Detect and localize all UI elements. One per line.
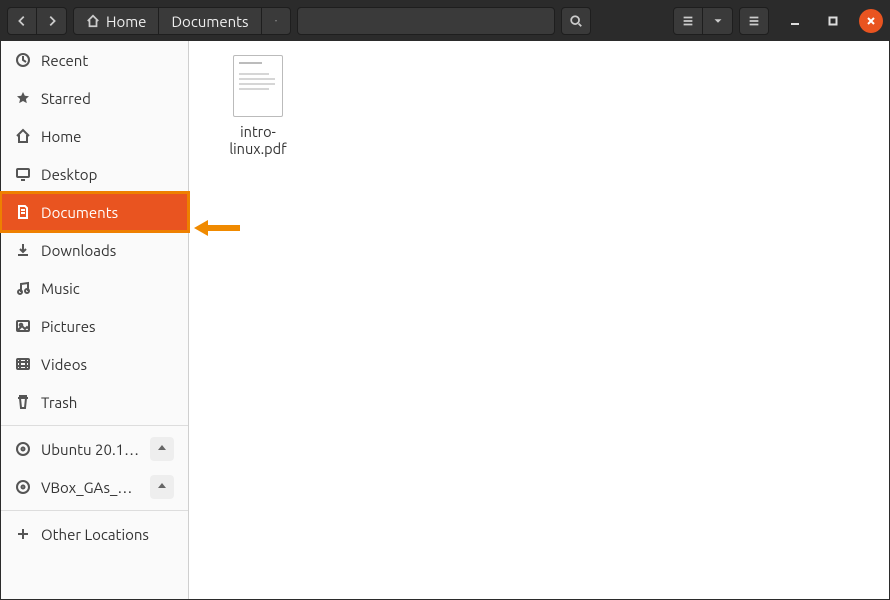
- file-item[interactable]: intro-linux.pdf: [213, 55, 303, 158]
- sidebar-item-label: Documents: [41, 204, 174, 221]
- sidebar-item-downloads[interactable]: Downloads: [1, 231, 188, 269]
- sidebar-item-label: Recent: [41, 52, 174, 69]
- list-icon: [681, 14, 695, 28]
- caret-down-icon: [711, 14, 725, 28]
- sidebar-item-music[interactable]: Music: [1, 269, 188, 307]
- sidebar-item-recent[interactable]: Recent: [1, 41, 188, 79]
- sidebar-item-label: Home: [41, 128, 174, 145]
- chevron-right-icon: [45, 14, 59, 28]
- sidebar-item-label: Ubuntu 20.1…: [41, 441, 140, 458]
- disc-icon: [15, 479, 31, 495]
- chevron-left-icon: [15, 14, 29, 28]
- eject-button[interactable]: [150, 475, 174, 499]
- breadcrumb: Home Documents: [73, 7, 291, 35]
- sidebar-item-other-locations[interactable]: Other Locations: [1, 515, 188, 553]
- sidebar-item-label: VBox_GAs_6.…: [41, 479, 140, 496]
- back-button[interactable]: [7, 7, 37, 35]
- hamburger-menu-button[interactable]: [739, 7, 769, 35]
- file-manager-window: Home Documents: [0, 0, 890, 600]
- home-icon: [86, 14, 100, 28]
- trash-icon: [15, 394, 31, 410]
- sidebar-item-label: Videos: [41, 356, 174, 373]
- close-button[interactable]: [859, 9, 883, 33]
- breadcrumb-menu-button[interactable]: [262, 8, 290, 34]
- sidebar-item-trash[interactable]: Trash: [1, 383, 188, 421]
- picture-icon: [15, 318, 31, 334]
- download-icon: [15, 242, 31, 258]
- eject-button[interactable]: [150, 437, 174, 461]
- sidebar-item-pictures[interactable]: Pictures: [1, 307, 188, 345]
- sidebar-item-label: Pictures: [41, 318, 174, 335]
- sidebar-mount-vbox[interactable]: VBox_GAs_6.…: [1, 468, 188, 506]
- document-icon: [15, 204, 31, 220]
- sidebar: Recent Starred Home Desktop Documents Do…: [1, 41, 189, 599]
- sidebar-item-label: Other Locations: [41, 526, 174, 543]
- search-button[interactable]: [561, 7, 591, 35]
- sidebar-separator: [1, 510, 188, 511]
- maximize-button[interactable]: [821, 9, 845, 33]
- video-icon: [15, 356, 31, 372]
- file-name-label: intro-linux.pdf: [213, 123, 303, 158]
- hamburger-icon: [747, 14, 761, 28]
- sidebar-item-starred[interactable]: Starred: [1, 79, 188, 117]
- clock-icon: [15, 52, 31, 68]
- view-menu-button[interactable]: [703, 7, 733, 35]
- home-icon: [15, 128, 31, 144]
- star-icon: [15, 90, 31, 106]
- body: Recent Starred Home Desktop Documents Do…: [1, 41, 889, 599]
- eject-icon: [157, 482, 167, 492]
- sidebar-item-label: Music: [41, 280, 174, 297]
- close-icon: [866, 16, 876, 26]
- search-icon: [569, 14, 583, 28]
- sidebar-item-label: Starred: [41, 90, 174, 107]
- desktop-icon: [15, 166, 31, 182]
- sidebar-item-label: Downloads: [41, 242, 174, 259]
- minimize-button[interactable]: [783, 9, 807, 33]
- disc-icon: [15, 441, 31, 457]
- caret-down-icon: [274, 14, 278, 28]
- sidebar-item-label: Trash: [41, 394, 174, 411]
- sidebar-item-documents[interactable]: Documents: [1, 193, 188, 231]
- breadcrumb-current[interactable]: Documents: [159, 8, 261, 34]
- maximize-icon: [828, 16, 838, 26]
- sidebar-separator: [1, 425, 188, 426]
- eject-icon: [157, 444, 167, 454]
- breadcrumb-current-label: Documents: [171, 13, 248, 30]
- sidebar-item-desktop[interactable]: Desktop: [1, 155, 188, 193]
- music-icon: [15, 280, 31, 296]
- breadcrumb-home-label: Home: [106, 13, 146, 30]
- sidebar-item-videos[interactable]: Videos: [1, 345, 188, 383]
- minimize-icon: [790, 16, 800, 26]
- breadcrumb-home[interactable]: Home: [74, 8, 159, 34]
- view-controls: [673, 7, 733, 35]
- location-bar[interactable]: [297, 7, 555, 35]
- sidebar-item-label: Desktop: [41, 166, 174, 183]
- plus-icon: [15, 526, 31, 542]
- sidebar-mount-ubuntu[interactable]: Ubuntu 20.1…: [1, 430, 188, 468]
- forward-button[interactable]: [37, 7, 67, 35]
- nav-group: [7, 7, 67, 35]
- headerbar: Home Documents: [1, 1, 889, 41]
- pdf-thumbnail-icon: [233, 55, 283, 117]
- view-list-button[interactable]: [673, 7, 703, 35]
- content-pane[interactable]: intro-linux.pdf: [189, 41, 889, 599]
- sidebar-item-home[interactable]: Home: [1, 117, 188, 155]
